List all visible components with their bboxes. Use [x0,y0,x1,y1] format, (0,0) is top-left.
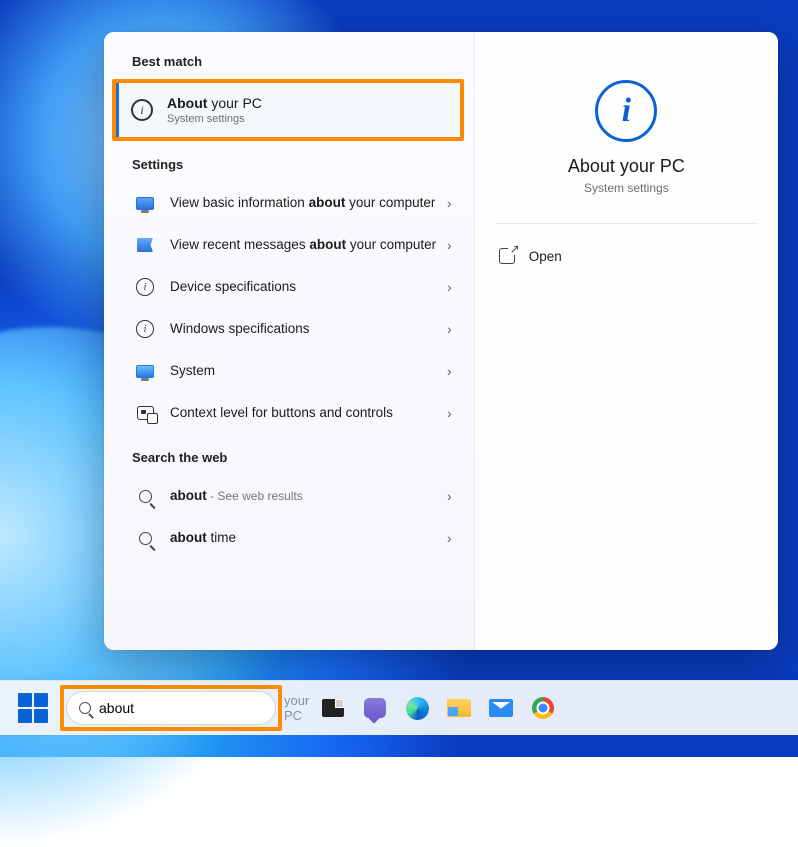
chevron-right-icon: › [447,530,452,546]
settings-item-recent-messages[interactable]: View recent messages about your computer… [104,224,474,266]
edge-browser-icon[interactable] [402,693,432,723]
settings-item-system[interactable]: System › [104,350,474,392]
flag-icon [134,234,156,256]
chat-icon[interactable] [360,693,390,723]
preview-subtitle: System settings [495,181,758,195]
preview-pane: i About your PC System settings Open [475,32,778,650]
web-result-about-time[interactable]: about time › [104,517,474,559]
settings-item-device-specs[interactable]: i Device specifications › [104,266,474,308]
info-icon: i [595,80,657,142]
search-suggestion-hint: your PC [284,693,309,723]
search-input[interactable] [99,700,280,716]
monitor-icon [134,192,156,214]
info-icon: i [134,276,156,298]
controls-icon [134,402,156,424]
chrome-icon[interactable] [528,693,558,723]
web-result-about[interactable]: about - See web results › [104,475,474,517]
start-search-panel: Best match i About your PC System settin… [104,32,778,650]
chevron-right-icon: › [447,405,452,421]
best-match-text: About your PC System settings [167,95,262,125]
search-icon [79,702,91,714]
taskbar-search-box[interactable]: your PC [66,691,276,725]
open-external-icon [499,248,515,264]
info-icon: i [134,318,156,340]
taskbar: your PC [0,680,798,735]
info-icon: i [131,99,153,121]
section-settings: Settings [104,153,474,182]
chevron-right-icon: › [447,488,452,504]
chevron-right-icon: › [447,195,452,211]
annotation-highlight-search: your PC [60,685,282,731]
divider [495,223,758,224]
chevron-right-icon: › [447,321,452,337]
chevron-right-icon: › [447,363,452,379]
search-icon [134,485,156,507]
mail-icon[interactable] [486,693,516,723]
open-label: Open [529,249,562,264]
search-icon [134,527,156,549]
task-view-icon[interactable] [318,693,348,723]
settings-item-basic-info[interactable]: View basic information about your comput… [104,182,474,224]
section-search-web: Search the web [104,446,474,475]
settings-item-windows-specs[interactable]: i Windows specifications › [104,308,474,350]
display-icon [134,360,156,382]
best-match-title-rest: your PC [207,95,261,111]
annotation-highlight-best-match: i About your PC System settings [112,79,464,141]
preview-title: About your PC [495,156,758,177]
best-match-subtitle: System settings [167,113,262,125]
search-results-column: Best match i About your PC System settin… [104,32,475,650]
settings-item-context-level[interactable]: Context level for buttons and controls › [104,392,474,434]
best-match-result[interactable]: i About your PC System settings [116,83,460,137]
section-best-match: Best match [104,50,474,79]
chevron-right-icon: › [447,279,452,295]
best-match-title-bold: About [167,95,207,111]
file-explorer-icon[interactable] [444,693,474,723]
start-button[interactable] [18,693,48,723]
open-action[interactable]: Open [495,242,758,270]
chevron-right-icon: › [447,237,452,253]
